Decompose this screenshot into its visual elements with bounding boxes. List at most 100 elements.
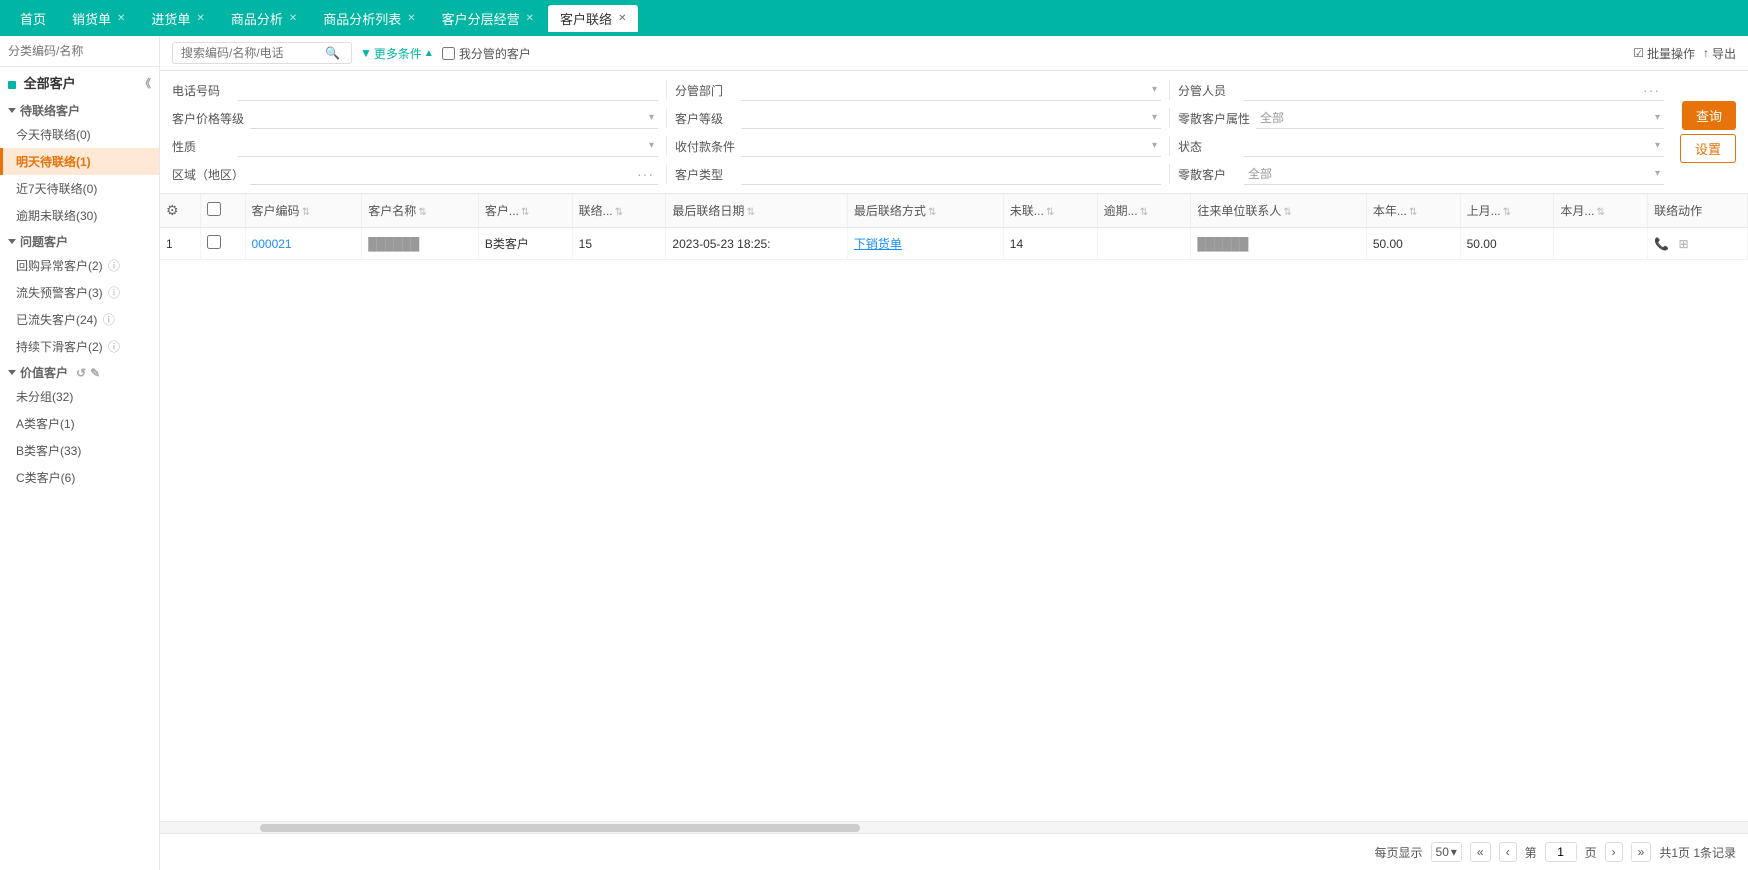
filter-field-payment: 收付款条件 ▾	[675, 135, 1161, 157]
close-icon[interactable]: ✕	[196, 13, 204, 24]
person-input[interactable]: ···	[1244, 79, 1664, 101]
export-btn[interactable]: ↑ 导出	[1703, 45, 1736, 62]
sidebar-group-problem[interactable]: 问题客户	[0, 229, 159, 252]
gear-icon[interactable]: ⚙	[166, 202, 179, 218]
col-last-date: 最后联络日期⇅	[666, 194, 848, 228]
filter-bar-right: ☑ 批量操作 ↑ 导出	[1633, 45, 1736, 62]
cell-last-method[interactable]: 下销货单	[847, 228, 1003, 260]
sidebar-item-ungrouped[interactable]: 未分组(32)	[0, 383, 159, 410]
query-button[interactable]: 查询	[1682, 101, 1736, 130]
total-records-label: 共1页 1条记录	[1659, 844, 1736, 861]
batch-operation-btn[interactable]: ☑ 批量操作	[1633, 45, 1695, 62]
nav-item-home[interactable]: 首页	[8, 5, 58, 32]
cell-name: ██████	[362, 228, 479, 260]
cust-grade-select[interactable]: ▾	[741, 107, 1161, 129]
nav-item-sales[interactable]: 销货单 ✕	[60, 5, 137, 32]
close-icon[interactable]: ✕	[289, 13, 297, 24]
cell-unit-contact: ██████	[1191, 228, 1366, 260]
sort-icon[interactable]: ⇅	[418, 207, 426, 218]
prev-page-btn[interactable]: ‹	[1499, 842, 1517, 862]
nav-item-analysis-list[interactable]: 商品分析列表 ✕	[311, 5, 427, 32]
sort-icon[interactable]: ⇅	[1409, 207, 1417, 218]
filter-row-2: 客户价格等级 ▾ 客户等级 ▾	[172, 107, 1664, 129]
sidebar-group-value[interactable]: 价值客户 ↺ ✎	[0, 360, 159, 383]
close-icon[interactable]: ✕	[526, 13, 534, 24]
my-customers-checkbox[interactable]: 我分管的客户	[442, 45, 531, 62]
sidebar-item-churned[interactable]: 已流失客户(24) ⓘ	[0, 306, 159, 333]
sidebar-item-overdue[interactable]: 逾期未联络(30)	[0, 202, 159, 229]
last-page-btn[interactable]: »	[1631, 842, 1652, 862]
close-icon[interactable]: ✕	[407, 13, 415, 24]
row-checkbox[interactable]	[207, 235, 221, 249]
phone-input[interactable]	[238, 79, 658, 101]
nav-purchase-label: 进货单	[151, 9, 190, 28]
cell-code[interactable]: 000021	[245, 228, 362, 260]
filter-row-1: 电话号码 分管部门 ▾ 分管人员	[172, 79, 1664, 101]
export-icon: ↑	[1703, 46, 1709, 60]
all-customers-header[interactable]: 全部客户 《	[0, 67, 159, 98]
retail-attr-select[interactable]: 全部▾	[1256, 107, 1664, 129]
col-overdue: 逾期...⇅	[1097, 194, 1191, 228]
sidebar-search-input[interactable]	[8, 44, 160, 58]
payment-select[interactable]: ▾	[741, 135, 1161, 157]
sort-icon[interactable]: ⇅	[1046, 207, 1054, 218]
more-conditions-btn[interactable]: ▼ 更多条件 ▲	[360, 45, 434, 62]
page-number-input[interactable]	[1545, 842, 1577, 862]
dept-select[interactable]: ▾	[741, 79, 1161, 101]
nav-item-purchase[interactable]: 进货单 ✕	[139, 5, 216, 32]
page-size-select[interactable]: 50 ▾	[1431, 842, 1462, 862]
status-select[interactable]: ▾	[1244, 135, 1664, 157]
select-all-checkbox[interactable]	[207, 202, 221, 216]
refresh-icon[interactable]: ↺	[76, 366, 86, 380]
edit-icon[interactable]: ✎	[90, 366, 100, 380]
customer-table: ⚙ 客户编码⇅ 客户名称⇅ 客户...⇅ 联络...⇅ 最后联络日期⇅ 最后联络…	[160, 194, 1748, 260]
nav-item-customer-tier[interactable]: 客户分层经营 ✕	[430, 5, 546, 32]
sort-icon[interactable]: ⇅	[928, 207, 936, 218]
sidebar-item-today[interactable]: 今天待联络(0)	[0, 121, 159, 148]
cust-type-input[interactable]	[741, 163, 1161, 185]
sidebar-item-class-a[interactable]: A类客户(1)	[0, 410, 159, 437]
nature-select[interactable]: ▾	[238, 135, 658, 157]
sort-icon[interactable]: ⇅	[302, 207, 310, 218]
close-icon[interactable]: ✕	[618, 13, 626, 24]
sort-icon[interactable]: ⇅	[1283, 207, 1291, 218]
sort-icon[interactable]: ⇅	[1596, 207, 1604, 218]
sidebar-item-churn-warning[interactable]: 流失预警客户(3) ⓘ	[0, 279, 159, 306]
filter-field-retail: 零散客户 全部▾	[1178, 163, 1664, 185]
sidebar-item-week[interactable]: 近7天待联络(0)	[0, 175, 159, 202]
search-box[interactable]: 🔍	[172, 42, 352, 64]
sidebar-group-pending[interactable]: 待联络客户	[0, 98, 159, 121]
search-input[interactable]	[181, 46, 321, 60]
sidebar-item-class-b[interactable]: B类客户(33)	[0, 437, 159, 464]
sort-icon[interactable]: ⇅	[746, 207, 754, 218]
first-page-btn[interactable]: «	[1470, 842, 1491, 862]
all-customers-label: 全部客户	[8, 73, 76, 92]
region-input[interactable]: ···	[250, 163, 658, 185]
more-action-icon[interactable]: ⊞	[1678, 237, 1688, 251]
sort-icon[interactable]: ⇅	[521, 207, 529, 218]
sidebar-item-declining[interactable]: 持续下滑客户(2) ⓘ	[0, 333, 159, 360]
nav-item-customer-contact[interactable]: 客户联络 ✕	[548, 5, 638, 32]
my-customers-check[interactable]	[442, 47, 455, 60]
nature-label: 性质	[172, 138, 232, 155]
sort-icon[interactable]: ⇅	[1140, 207, 1148, 218]
filter-field-dept: 分管部门 ▾	[675, 79, 1161, 101]
data-table-container: ⚙ 客户编码⇅ 客户名称⇅ 客户...⇅ 联络...⇅ 最后联络日期⇅ 最后联络…	[160, 194, 1748, 821]
sort-icon[interactable]: ⇅	[1503, 207, 1511, 218]
close-icon[interactable]: ✕	[117, 13, 125, 24]
retail-select[interactable]: 全部▾	[1244, 163, 1664, 185]
nav-item-analysis[interactable]: 商品分析 ✕	[219, 5, 309, 32]
sort-icon[interactable]: ⇅	[615, 207, 623, 218]
scroll-thumb[interactable]	[260, 824, 860, 832]
sidebar-item-class-c[interactable]: C类客户(6)	[0, 464, 159, 491]
horizontal-scrollbar[interactable]	[160, 821, 1748, 833]
search-icon[interactable]: 🔍	[325, 46, 340, 60]
settings-button[interactable]: 设置	[1680, 134, 1736, 163]
chevron-down-icon: ▾	[1451, 845, 1457, 859]
price-grade-select[interactable]: ▾	[250, 107, 658, 129]
contact-action-icon[interactable]: 📞	[1654, 237, 1669, 251]
next-page-btn[interactable]: ›	[1605, 842, 1623, 862]
person-label: 分管人员	[1178, 82, 1238, 99]
sidebar-item-tomorrow[interactable]: 明天待联络(1)	[0, 148, 159, 175]
sidebar-item-repurchase-abnormal[interactable]: 回购异常客户(2) ⓘ	[0, 252, 159, 279]
